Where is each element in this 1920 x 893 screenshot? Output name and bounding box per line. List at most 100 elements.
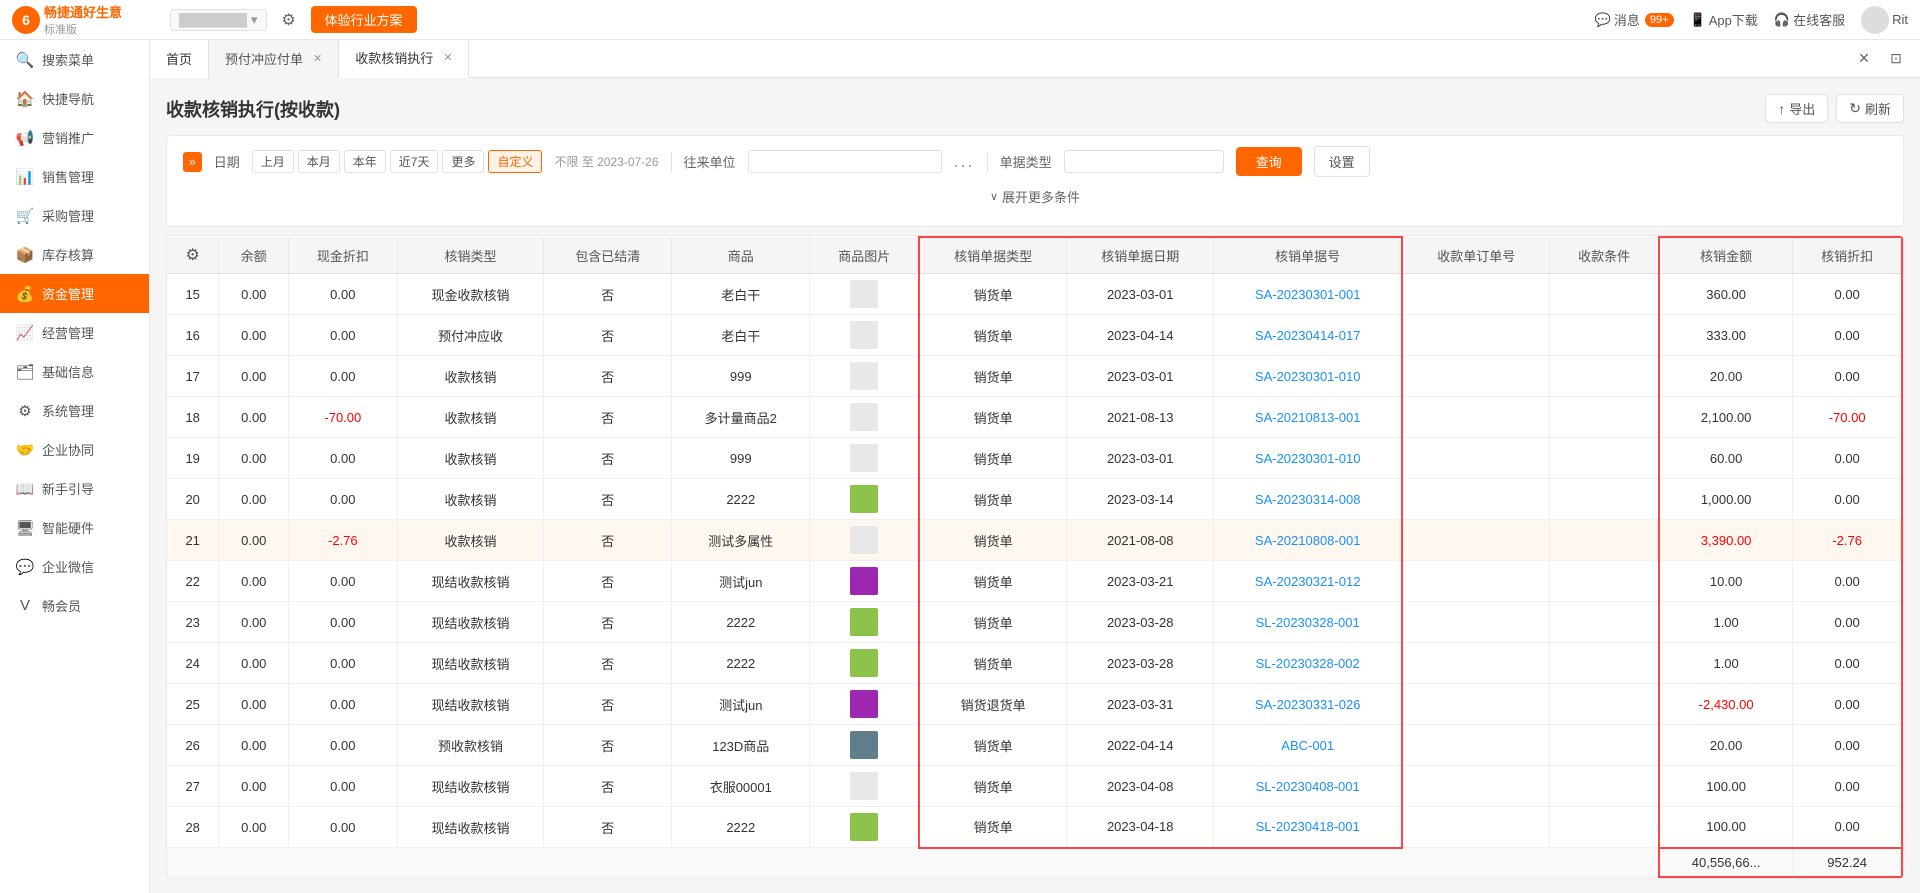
- tab-home[interactable]: 首页: [150, 40, 209, 78]
- company-selector[interactable]: ████████ ▾: [170, 9, 267, 31]
- date-btn-this-month[interactable]: 本月: [298, 150, 340, 173]
- cell-verify-bill-no[interactable]: SA-20230301-010: [1214, 356, 1403, 397]
- cell-verify-bill-no[interactable]: SA-20230331-026: [1214, 684, 1403, 725]
- sidebar-item-hardware[interactable]: 🖥 智能硬件: [0, 508, 149, 547]
- verify-bill-no-link[interactable]: SL-20230328-001: [1256, 615, 1360, 630]
- verify-bill-no-link[interactable]: SA-20230331-026: [1255, 697, 1361, 712]
- sidebar-item-guide[interactable]: 📖 新手引导: [0, 469, 149, 508]
- cell-verify-discount: 0.00: [1793, 274, 1902, 315]
- date-btn-7days[interactable]: 近7天: [390, 150, 439, 173]
- main-layout: 🔍 搜索菜单 🏠 快捷导航 📢 营销推广 📊 销售管理 🛒 采购管理 📦 库存核…: [0, 40, 1920, 893]
- verify-bill-no-link[interactable]: SA-20230301-001: [1255, 287, 1361, 302]
- expand-conditions-btn[interactable]: ∨ 展开更多条件: [982, 183, 1088, 210]
- verify-bill-no-link[interactable]: SA-20230314-008: [1255, 492, 1361, 507]
- online-service-item[interactable]: 🎧 在线客服: [1774, 10, 1845, 29]
- cell-cash-discount: 0.00: [289, 684, 397, 725]
- sidebar-item-operations[interactable]: 📈 经营管理: [0, 313, 149, 352]
- cell-verify-bill-no[interactable]: SA-20230301-001: [1214, 274, 1403, 315]
- query-button[interactable]: 查询: [1236, 147, 1302, 176]
- filter-bar: » 日期 上月 本月 本年 近7天 更多 自定义 不限 至 2023-07-26: [166, 135, 1904, 227]
- cell-verify-bill-date: 2023-04-14: [1067, 315, 1214, 356]
- cell-verify-bill-no[interactable]: SL-20230328-002: [1214, 643, 1403, 684]
- verify-bill-no-link[interactable]: SA-20230321-012: [1255, 574, 1361, 589]
- sidebar-item-wechat[interactable]: 💬 企业微信: [0, 547, 149, 586]
- cell-verify-bill-no[interactable]: SA-20230414-017: [1214, 315, 1403, 356]
- cell-no: 22: [167, 561, 219, 602]
- cell-no: 20: [167, 479, 219, 520]
- table-container: ⚙ 余额 现金折扣 核销类型 包含已结清 商品 商品图片 核销单据类型 核销单据…: [166, 235, 1904, 879]
- cell-verify-type: 收款核销: [397, 397, 544, 438]
- cell-include-settled: 否: [544, 479, 672, 520]
- table-row: 16 0.00 0.00 预付冲应收 否 老白干 销货单 2023-04-14 …: [167, 315, 1902, 356]
- cell-verify-bill-date: 2023-03-01: [1067, 356, 1214, 397]
- export-button[interactable]: ↑ 导出: [1765, 94, 1828, 123]
- cell-no: 16: [167, 315, 219, 356]
- tab-prepaid-close[interactable]: ✕: [313, 52, 322, 65]
- message-item[interactable]: 💬 消息 99+: [1595, 10, 1674, 29]
- verify-bill-no-link[interactable]: SA-20210813-001: [1255, 410, 1361, 425]
- sidebar-label-operations: 经营管理: [42, 323, 94, 342]
- verify-bill-no-link[interactable]: SL-20230328-002: [1256, 656, 1360, 671]
- sidebar-item-inventory[interactable]: 📦 库存核算: [0, 235, 149, 274]
- date-btn-this-year[interactable]: 本年: [344, 150, 386, 173]
- date-btn-more[interactable]: 更多: [442, 150, 484, 173]
- sidebar-label-purchase: 采购管理: [42, 206, 94, 225]
- sidebar-item-system[interactable]: ⚙ 系统管理: [0, 391, 149, 430]
- verify-bill-no-link[interactable]: SA-20230301-010: [1255, 369, 1361, 384]
- sidebar-item-marketing[interactable]: 📢 营销推广: [0, 118, 149, 157]
- cell-goods-img: [810, 766, 919, 807]
- sidebar-item-member[interactable]: V 畅会员: [0, 586, 149, 625]
- tab-close-window-btn[interactable]: ✕: [1852, 47, 1876, 71]
- tab-verify[interactable]: 收款核销执行 ✕: [339, 40, 469, 78]
- verify-bill-no-link[interactable]: SL-20230408-001: [1256, 779, 1360, 794]
- cell-verify-bill-no[interactable]: SA-20210808-001: [1214, 520, 1403, 561]
- table-row: 18 0.00 -70.00 收款核销 否 多计量商品2 销货单 2021-08…: [167, 397, 1902, 438]
- cell-cash-discount: 0.00: [289, 807, 397, 848]
- sidebar-item-cooperation[interactable]: 🤝 企业协同: [0, 430, 149, 469]
- tab-maximize-btn[interactable]: ⊡: [1884, 47, 1908, 71]
- sidebar-item-search[interactable]: 🔍 搜索菜单: [0, 40, 149, 79]
- cell-verify-bill-no[interactable]: SL-20230418-001: [1214, 807, 1403, 848]
- user-item[interactable]: Rit: [1861, 6, 1908, 34]
- cell-verify-bill-no[interactable]: SA-20230301-010: [1214, 438, 1403, 479]
- cell-receipt-order-no: [1402, 807, 1550, 848]
- cell-verify-bill-no[interactable]: SA-20230321-012: [1214, 561, 1403, 602]
- filter-source-input[interactable]: [748, 150, 942, 173]
- cell-verify-bill-no[interactable]: SL-20230328-001: [1214, 602, 1403, 643]
- cell-cash-discount: 0.00: [289, 766, 397, 807]
- sidebar-item-finance[interactable]: 💰 资金管理: [0, 274, 149, 313]
- sidebar-item-nav[interactable]: 🏠 快捷导航: [0, 79, 149, 118]
- cell-receipt-order-no: [1402, 315, 1550, 356]
- trial-button[interactable]: 体验行业方案: [311, 6, 417, 33]
- gear-button[interactable]: ⚙: [275, 6, 303, 34]
- cell-include-settled: 否: [544, 356, 672, 397]
- cell-goods: 2222: [672, 479, 810, 520]
- refresh-button[interactable]: ↻ 刷新: [1836, 94, 1904, 123]
- table-row: 20 0.00 0.00 收款核销 否 2222 销货单 2023-03-14 …: [167, 479, 1902, 520]
- filter-expand-arrow[interactable]: »: [183, 152, 202, 172]
- th-settings[interactable]: ⚙: [167, 237, 219, 274]
- verify-bill-no-link[interactable]: SA-20230301-010: [1255, 451, 1361, 466]
- cell-verify-bill-no[interactable]: SA-20230314-008: [1214, 479, 1403, 520]
- date-btn-custom[interactable]: 自定义: [488, 150, 542, 173]
- verify-bill-no-link[interactable]: SA-20230414-017: [1255, 328, 1361, 343]
- cell-receipt-order-no: [1402, 274, 1550, 315]
- sidebar-item-basic-info[interactable]: 🗂 基础信息: [0, 352, 149, 391]
- cell-verify-bill-no[interactable]: ABC-001: [1214, 725, 1403, 766]
- verify-bill-no-link[interactable]: SL-20230418-001: [1256, 819, 1360, 834]
- filter-bill-type-select[interactable]: [1064, 150, 1224, 173]
- app-download-item[interactable]: 📱 App下载: [1690, 10, 1758, 29]
- tab-verify-close[interactable]: ✕: [443, 51, 452, 64]
- verify-bill-no-link[interactable]: SA-20210808-001: [1255, 533, 1361, 548]
- cell-balance: 0.00: [219, 602, 289, 643]
- tab-prepaid[interactable]: 预付冲应付单 ✕: [209, 40, 339, 78]
- cell-verify-bill-date: 2021-08-08: [1067, 520, 1214, 561]
- cell-verify-bill-no[interactable]: SA-20210813-001: [1214, 397, 1403, 438]
- sidebar-item-purchase[interactable]: 🛒 采购管理: [0, 196, 149, 235]
- cell-verify-bill-no[interactable]: SL-20230408-001: [1214, 766, 1403, 807]
- sidebar-item-sales[interactable]: 📊 销售管理: [0, 157, 149, 196]
- date-btn-last-month[interactable]: 上月: [252, 150, 294, 173]
- settings-button[interactable]: 设置: [1314, 146, 1370, 177]
- verify-bill-no-link[interactable]: ABC-001: [1281, 738, 1334, 753]
- cell-include-settled: 否: [544, 643, 672, 684]
